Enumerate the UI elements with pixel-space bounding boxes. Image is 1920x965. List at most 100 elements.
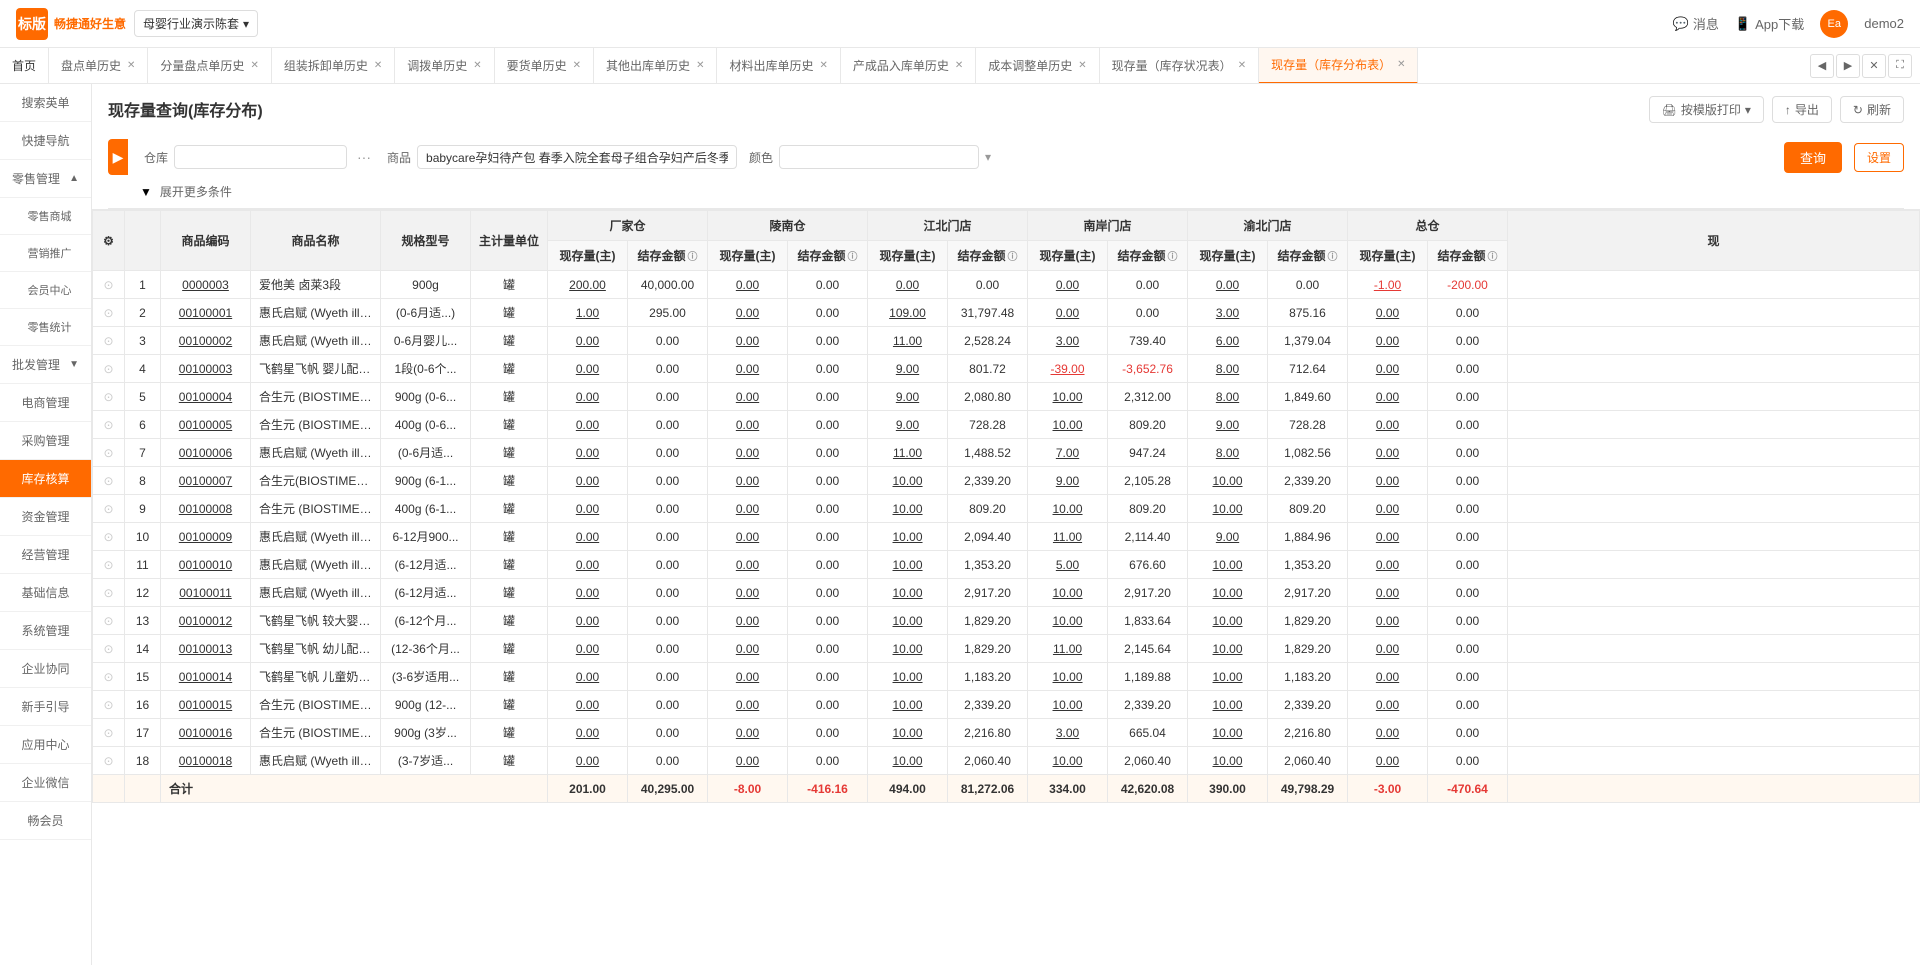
tab-material-out[interactable]: 材料出库单历史 ✕ bbox=[717, 48, 840, 84]
row-lingnan-stock[interactable]: 0.00 bbox=[708, 747, 788, 775]
sidebar-item-marketing[interactable]: 营销推广 bbox=[0, 235, 91, 272]
close-icon[interactable]: ✕ bbox=[374, 60, 382, 71]
warehouse-ellipsis-button[interactable]: ··· bbox=[353, 149, 375, 165]
row-factory-stock[interactable]: 0.00 bbox=[548, 411, 628, 439]
row-total-stock[interactable]: 0.00 bbox=[1348, 327, 1428, 355]
row-gear[interactable]: ⊙ bbox=[93, 355, 125, 383]
row-nanshan-stock[interactable]: 10.00 bbox=[1028, 607, 1108, 635]
row-factory-stock[interactable]: 0.00 bbox=[548, 355, 628, 383]
close-icon[interactable]: ✕ bbox=[573, 60, 581, 71]
row-nanshan-stock[interactable]: 3.00 bbox=[1028, 719, 1108, 747]
color-input[interactable] bbox=[779, 145, 979, 169]
row-code[interactable]: 00100008 bbox=[161, 495, 251, 523]
industry-selector[interactable]: 母婴行业演示陈套 ▾ bbox=[134, 10, 258, 37]
row-lingnan-stock[interactable]: 0.00 bbox=[708, 579, 788, 607]
row-code[interactable]: 00100009 bbox=[161, 523, 251, 551]
row-gear[interactable]: ⊙ bbox=[93, 719, 125, 747]
row-jiangbei-stock[interactable]: 11.00 bbox=[868, 327, 948, 355]
row-nanshan-stock[interactable]: 9.00 bbox=[1028, 467, 1108, 495]
row-yubeimen-stock[interactable]: 8.00 bbox=[1188, 355, 1268, 383]
row-factory-stock[interactable]: 0.00 bbox=[548, 663, 628, 691]
row-factory-stock[interactable]: 0.00 bbox=[548, 635, 628, 663]
app-download-button[interactable]: 📱 App下载 bbox=[1735, 14, 1804, 33]
row-yubeimen-stock[interactable]: 8.00 bbox=[1188, 383, 1268, 411]
row-total-stock[interactable]: -1.00 bbox=[1348, 271, 1428, 299]
row-code[interactable]: 00100006 bbox=[161, 439, 251, 467]
row-code[interactable]: 00100011 bbox=[161, 579, 251, 607]
row-lingnan-stock[interactable]: 0.00 bbox=[708, 411, 788, 439]
row-gear[interactable]: ⊙ bbox=[93, 495, 125, 523]
row-nanshan-stock[interactable]: 10.00 bbox=[1028, 495, 1108, 523]
close-icon[interactable]: ✕ bbox=[1078, 60, 1086, 71]
row-gear[interactable]: ⊙ bbox=[93, 271, 125, 299]
row-nanshan-stock[interactable]: 10.00 bbox=[1028, 579, 1108, 607]
row-jiangbei-stock[interactable]: 10.00 bbox=[868, 551, 948, 579]
row-jiangbei-stock[interactable]: 10.00 bbox=[868, 691, 948, 719]
row-jiangbei-stock[interactable]: 9.00 bbox=[868, 411, 948, 439]
row-lingnan-stock[interactable]: 0.00 bbox=[708, 299, 788, 327]
sidebar-item-retail[interactable]: 零售管理 ▲ bbox=[0, 160, 91, 198]
row-jiangbei-stock[interactable]: 10.00 bbox=[868, 579, 948, 607]
row-yubeimen-stock[interactable]: 10.00 bbox=[1188, 607, 1268, 635]
row-nanshan-stock[interactable]: 10.00 bbox=[1028, 663, 1108, 691]
row-nanshan-stock[interactable]: 10.00 bbox=[1028, 411, 1108, 439]
row-jiangbei-stock[interactable]: 10.00 bbox=[868, 719, 948, 747]
row-yubeimen-stock[interactable]: 10.00 bbox=[1188, 467, 1268, 495]
row-yubeimen-stock[interactable]: 6.00 bbox=[1188, 327, 1268, 355]
row-code[interactable]: 00100018 bbox=[161, 747, 251, 775]
sidebar-item-finance[interactable]: 资金管理 bbox=[0, 498, 91, 536]
row-jiangbei-stock[interactable]: 10.00 bbox=[868, 495, 948, 523]
row-jiangbei-stock[interactable]: 10.00 bbox=[868, 747, 948, 775]
sidebar-item-search[interactable]: 搜索英单 bbox=[0, 84, 91, 122]
row-jiangbei-stock[interactable]: 0.00 bbox=[868, 271, 948, 299]
row-nanshan-stock[interactable]: -39.00 bbox=[1028, 355, 1108, 383]
row-nanshan-stock[interactable]: 10.00 bbox=[1028, 383, 1108, 411]
sidebar-item-inventory[interactable]: 库存核算 bbox=[0, 460, 91, 498]
row-lingnan-stock[interactable]: 0.00 bbox=[708, 635, 788, 663]
row-yubeimen-stock[interactable]: 9.00 bbox=[1188, 523, 1268, 551]
row-factory-stock[interactable]: 0.00 bbox=[548, 383, 628, 411]
row-gear[interactable]: ⊙ bbox=[93, 327, 125, 355]
avatar[interactable]: Ea bbox=[1820, 10, 1848, 38]
row-gear[interactable]: ⊙ bbox=[93, 523, 125, 551]
row-code[interactable]: 00100002 bbox=[161, 327, 251, 355]
row-jiangbei-stock[interactable]: 9.00 bbox=[868, 383, 948, 411]
row-jiangbei-stock[interactable]: 10.00 bbox=[868, 467, 948, 495]
row-jiangbei-stock[interactable]: 9.00 bbox=[868, 355, 948, 383]
sidebar-item-basic[interactable]: 基础信息 bbox=[0, 574, 91, 612]
row-factory-stock[interactable]: 0.00 bbox=[548, 579, 628, 607]
col-gear-header[interactable]: ⚙ bbox=[93, 211, 125, 271]
query-button[interactable]: 查询 bbox=[1784, 142, 1842, 173]
close-icon[interactable]: ✕ bbox=[1397, 59, 1405, 70]
row-yubeimen-stock[interactable]: 10.00 bbox=[1188, 579, 1268, 607]
row-nanshan-stock[interactable]: 10.00 bbox=[1028, 691, 1108, 719]
row-jiangbei-stock[interactable]: 109.00 bbox=[868, 299, 948, 327]
row-total-stock[interactable]: 0.00 bbox=[1348, 747, 1428, 775]
row-total-stock[interactable]: 0.00 bbox=[1348, 411, 1428, 439]
row-lingnan-stock[interactable]: 0.00 bbox=[708, 663, 788, 691]
row-total-stock[interactable]: 0.00 bbox=[1348, 691, 1428, 719]
row-gear[interactable]: ⊙ bbox=[93, 467, 125, 495]
tab-cost-adj[interactable]: 成本调整单历史 ✕ bbox=[976, 48, 1099, 84]
row-lingnan-stock[interactable]: 0.00 bbox=[708, 719, 788, 747]
row-total-stock[interactable]: 0.00 bbox=[1348, 383, 1428, 411]
row-gear[interactable]: ⊙ bbox=[93, 383, 125, 411]
row-code[interactable]: 00100016 bbox=[161, 719, 251, 747]
row-yubeimen-stock[interactable]: 10.00 bbox=[1188, 747, 1268, 775]
row-nanshan-stock[interactable]: 0.00 bbox=[1028, 271, 1108, 299]
refresh-button[interactable]: ↻ 刷新 bbox=[1840, 96, 1904, 123]
row-jiangbei-stock[interactable]: 10.00 bbox=[868, 635, 948, 663]
tab-fullscreen-button[interactable]: ⛶ bbox=[1888, 54, 1912, 78]
messages-button[interactable]: 💬 消息 bbox=[1673, 14, 1719, 33]
row-yubeimen-stock[interactable]: 10.00 bbox=[1188, 495, 1268, 523]
row-nanshan-stock[interactable]: 11.00 bbox=[1028, 523, 1108, 551]
row-nanshan-stock[interactable]: 7.00 bbox=[1028, 439, 1108, 467]
sidebar-item-purchase[interactable]: 采购管理 bbox=[0, 422, 91, 460]
row-factory-stock[interactable]: 200.00 bbox=[548, 271, 628, 299]
sidebar-item-retail-shop[interactable]: 零售商城 bbox=[0, 198, 91, 235]
row-factory-stock[interactable]: 0.00 bbox=[548, 607, 628, 635]
row-yubeimen-stock[interactable]: 10.00 bbox=[1188, 635, 1268, 663]
row-gear[interactable]: ⊙ bbox=[93, 299, 125, 327]
row-code[interactable]: 0000003 bbox=[161, 271, 251, 299]
row-nanshan-stock[interactable]: 11.00 bbox=[1028, 635, 1108, 663]
